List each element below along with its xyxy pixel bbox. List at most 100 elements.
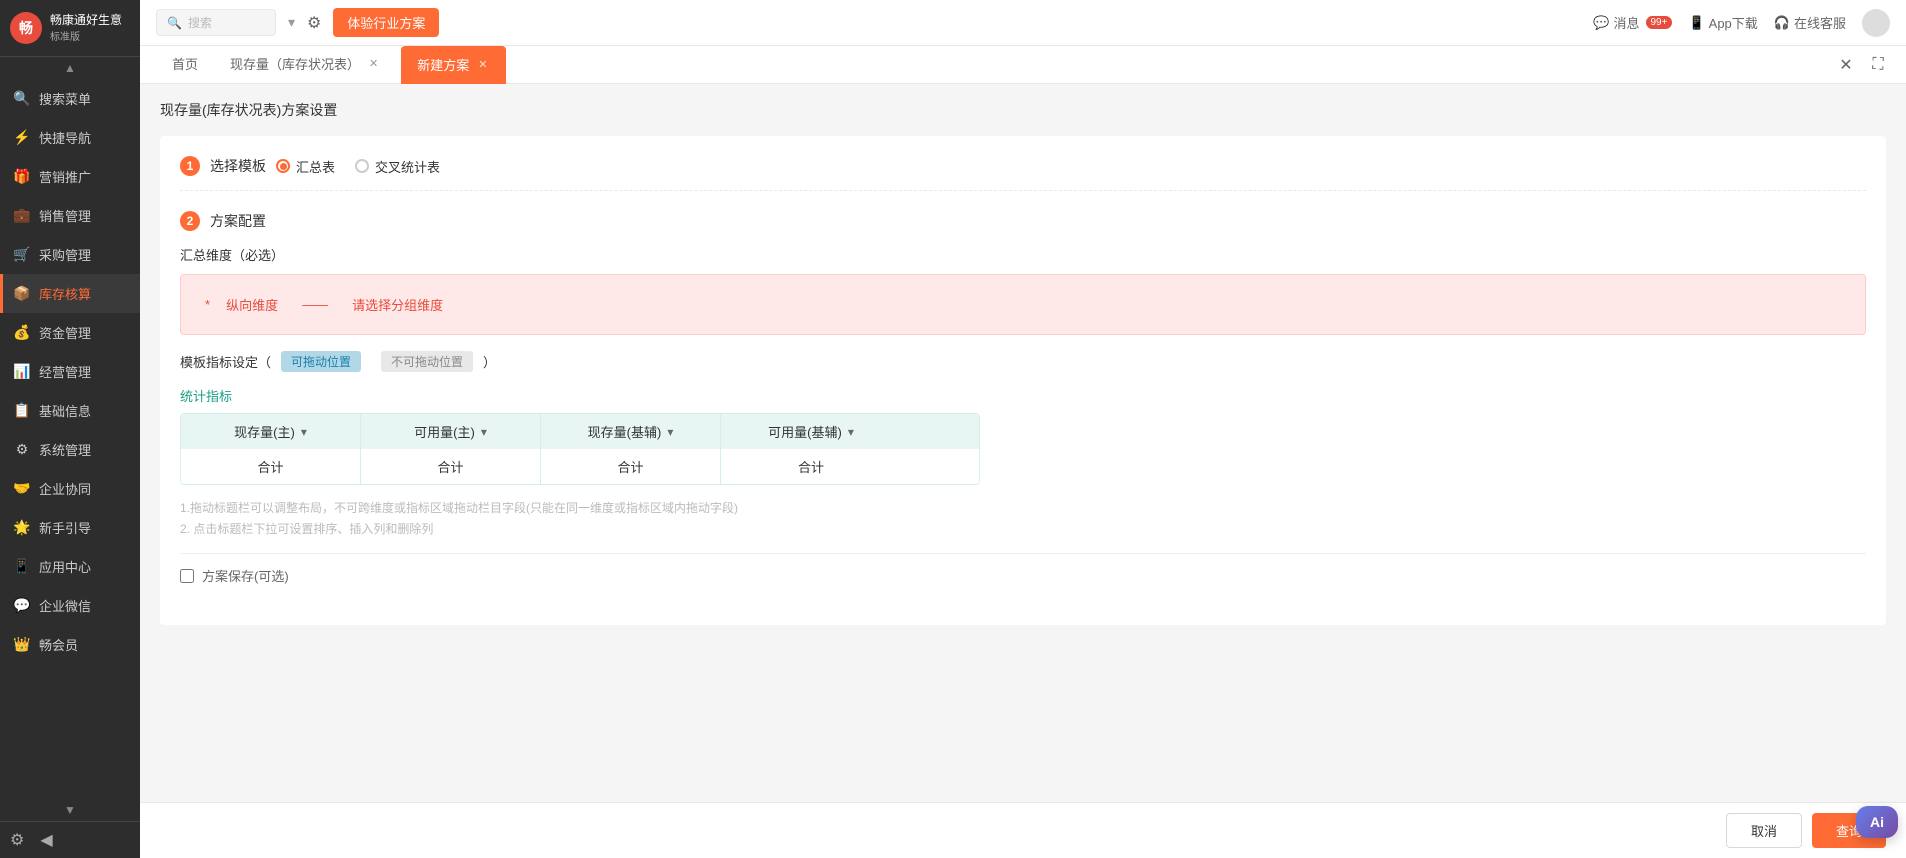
indicator-setting: 模板指标设定（ 可拖动位置 不可拖动位置 ） xyxy=(180,351,1866,372)
settings-icon[interactable]: ⚙ xyxy=(10,830,24,850)
sidebar-item-label: 资金管理 xyxy=(39,323,91,342)
sidebar-item-search[interactable]: 🔍 搜索菜单 xyxy=(0,79,140,118)
guide-icon: 🌟 xyxy=(13,519,31,537)
tab-home[interactable]: 首页 xyxy=(156,46,214,84)
sidebar-item-system[interactable]: ⚙ 系统管理 xyxy=(0,430,140,469)
step2-header: 2 方案配置 xyxy=(180,211,1866,231)
dropdown-icon[interactable]: ▾ xyxy=(288,14,295,31)
sidebar-item-label: 快捷导航 xyxy=(39,128,91,147)
tab-inventory-label: 现存量（库存状况表） xyxy=(230,54,360,73)
sidebar-item-label: 经营管理 xyxy=(39,362,91,381)
topbar-left: 🔍 搜索 ▾ ⚙ 体验行业方案 xyxy=(156,8,439,37)
stats-col-2-label: 现存量(基辅) xyxy=(588,422,662,441)
dimension-label: 汇总维度（必选） xyxy=(180,245,1866,264)
app-download-btn[interactable]: 📱 App下载 xyxy=(1688,13,1757,32)
business-icon: 📊 xyxy=(13,363,31,381)
tab-inventory-close[interactable]: ✕ xyxy=(366,56,381,71)
sidebar-scroll-down[interactable]: ▼ xyxy=(0,799,140,821)
headset-icon: 🎧 xyxy=(1774,15,1790,31)
industry-btn[interactable]: 体验行业方案 xyxy=(333,8,439,37)
sidebar-item-wechat[interactable]: 💬 企业微信 xyxy=(0,586,140,625)
app-download-label: App下载 xyxy=(1709,13,1758,32)
tip-1: 2. 点击标题栏下拉可设置排序、插入列和删除列 xyxy=(180,520,1866,537)
sidebar-item-member[interactable]: 👑 畅会员 xyxy=(0,625,140,664)
topbar: 🔍 搜索 ▾ ⚙ 体验行业方案 💬 消息 99+ 📱 App下载 🎧 在线客服 xyxy=(140,0,1906,46)
tip-0: 1.拖动标题栏可以调整布局，不可跨维度或指标区域拖动栏目字段(只能在同一维度或指… xyxy=(180,499,1866,516)
step1-title: 选择模板 xyxy=(210,156,266,176)
indicator-label: 模板指标设定（ xyxy=(180,352,271,371)
col-3-dropdown[interactable]: ▾ xyxy=(848,425,854,439)
user-avatar[interactable] xyxy=(1862,9,1890,37)
step2-num: 2 xyxy=(180,211,200,231)
sidebar-item-purchase[interactable]: 🛒 采购管理 xyxy=(0,235,140,274)
action-bar: 取消 查询 xyxy=(140,802,1906,858)
step2-title: 方案配置 xyxy=(210,211,266,231)
col-0-dropdown[interactable]: ▾ xyxy=(301,425,307,439)
radio-cross-circle xyxy=(355,159,369,173)
save-label: 方案保存(可选) xyxy=(202,566,289,585)
tab-new-scheme-label: 新建方案 xyxy=(417,55,469,74)
dimension-area[interactable]: * 纵向维度 —— 请选择分组维度 xyxy=(180,274,1866,335)
stats-col-0: 现存量(主) ▾ xyxy=(181,414,361,449)
sidebar: 畅 畅康通好生意 标准版 ▲ 🔍 搜索菜单 ⚡ 快捷导航 🎁 营销推广 💼 销售… xyxy=(0,0,140,858)
sidebar-item-basic-info[interactable]: 📋 基础信息 xyxy=(0,391,140,430)
messages-label: 消息 xyxy=(1613,13,1639,32)
sidebar-item-label: 搜索菜单 xyxy=(39,89,91,108)
radio-summary[interactable]: 汇总表 xyxy=(276,157,335,176)
tab-new-scheme[interactable]: 新建方案 ✕ xyxy=(401,46,506,84)
sidebar-item-sales[interactable]: 💼 销售管理 xyxy=(0,196,140,235)
sidebar-bottom: ⚙ ◀ xyxy=(0,821,140,858)
sidebar-item-business[interactable]: 📊 经营管理 xyxy=(0,352,140,391)
messages-badge: 99+ xyxy=(1646,16,1673,29)
sidebar-item-finance[interactable]: 💰 资金管理 xyxy=(0,313,140,352)
messages-btn[interactable]: 💬 消息 99+ xyxy=(1593,13,1672,32)
sidebar-item-inventory[interactable]: 📦 库存核算 xyxy=(0,274,140,313)
sidebar-item-label: 系统管理 xyxy=(39,440,91,459)
tab-close-btn[interactable]: ✕ xyxy=(1834,53,1858,77)
search-icon: 🔍 xyxy=(167,16,182,30)
page-title: 现存量(库存状况表)方案设置 xyxy=(160,100,1886,120)
sidebar-item-label: 采购管理 xyxy=(39,245,91,264)
message-icon: 💬 xyxy=(1593,15,1609,31)
system-icon: ⚙ xyxy=(13,441,31,459)
app-name: 畅康通好生意 xyxy=(50,13,122,29)
basic-info-icon: 📋 xyxy=(13,402,31,420)
template-radio-group: 汇总表 交叉统计表 xyxy=(276,157,440,176)
sidebar-item-guide[interactable]: 🌟 新手引导 xyxy=(0,508,140,547)
stats-col-3-label: 可用量(基辅) xyxy=(768,422,842,441)
col-2-dropdown[interactable]: ▾ xyxy=(667,425,673,439)
sidebar-item-enterprise[interactable]: 🤝 企业协同 xyxy=(0,469,140,508)
col-1-dropdown[interactable]: ▾ xyxy=(481,425,487,439)
sidebar-item-marketing[interactable]: 🎁 营销推广 xyxy=(0,157,140,196)
sidebar-item-quick-nav[interactable]: ⚡ 快捷导航 xyxy=(0,118,140,157)
radio-cross-label: 交叉统计表 xyxy=(375,157,440,176)
sales-icon: 💼 xyxy=(13,207,31,225)
ai-float-button[interactable]: Ai xyxy=(1856,806,1898,838)
radio-cross[interactable]: 交叉统计表 xyxy=(355,157,440,176)
stats-col-3: 可用量(基辅) ▾ xyxy=(721,414,901,449)
sidebar-scroll-up[interactable]: ▲ xyxy=(0,57,140,79)
topbar-search[interactable]: 🔍 搜索 xyxy=(156,9,276,36)
topbar-right: 💬 消息 99+ 📱 App下载 🎧 在线客服 xyxy=(1593,9,1890,37)
save-checkbox[interactable] xyxy=(180,569,194,583)
app-version: 标准版 xyxy=(50,28,122,43)
sidebar-item-label: 企业微信 xyxy=(39,596,91,615)
tab-new-scheme-close[interactable]: ✕ xyxy=(475,57,490,72)
search-placeholder: 搜索 xyxy=(188,14,212,31)
sidebar-item-app-center[interactable]: 📱 应用中心 xyxy=(0,547,140,586)
app-center-icon: 📱 xyxy=(13,558,31,576)
tab-expand-btn[interactable]: ⛶ xyxy=(1866,53,1890,77)
customer-service-btn[interactable]: 🎧 在线客服 xyxy=(1774,13,1846,32)
dimension-required: * xyxy=(205,297,210,312)
sidebar-nav: 🔍 搜索菜单 ⚡ 快捷导航 🎁 营销推广 💼 销售管理 🛒 采购管理 📦 库存核… xyxy=(0,79,140,799)
enterprise-icon: 🤝 xyxy=(13,480,31,498)
dimension-placeholder: 请选择分组维度 xyxy=(352,295,443,314)
settings-icon[interactable]: ⚙ xyxy=(307,13,321,33)
step2-section: 2 方案配置 汇总维度（必选） * 纵向维度 —— 请选择分组维度 模板指标设定… xyxy=(180,211,1866,585)
scheme-footer: 方案保存(可选) xyxy=(180,553,1866,585)
step1-section: 1 选择模板 汇总表 交叉统计表 xyxy=(180,156,1866,191)
main-content: 现存量(库存状况表)方案设置 1 选择模板 汇总表 交叉统计表 xyxy=(140,84,1906,802)
collapse-icon[interactable]: ◀ xyxy=(40,830,52,850)
tab-inventory-status[interactable]: 现存量（库存状况表） ✕ xyxy=(214,46,397,84)
cancel-button[interactable]: 取消 xyxy=(1726,813,1802,848)
